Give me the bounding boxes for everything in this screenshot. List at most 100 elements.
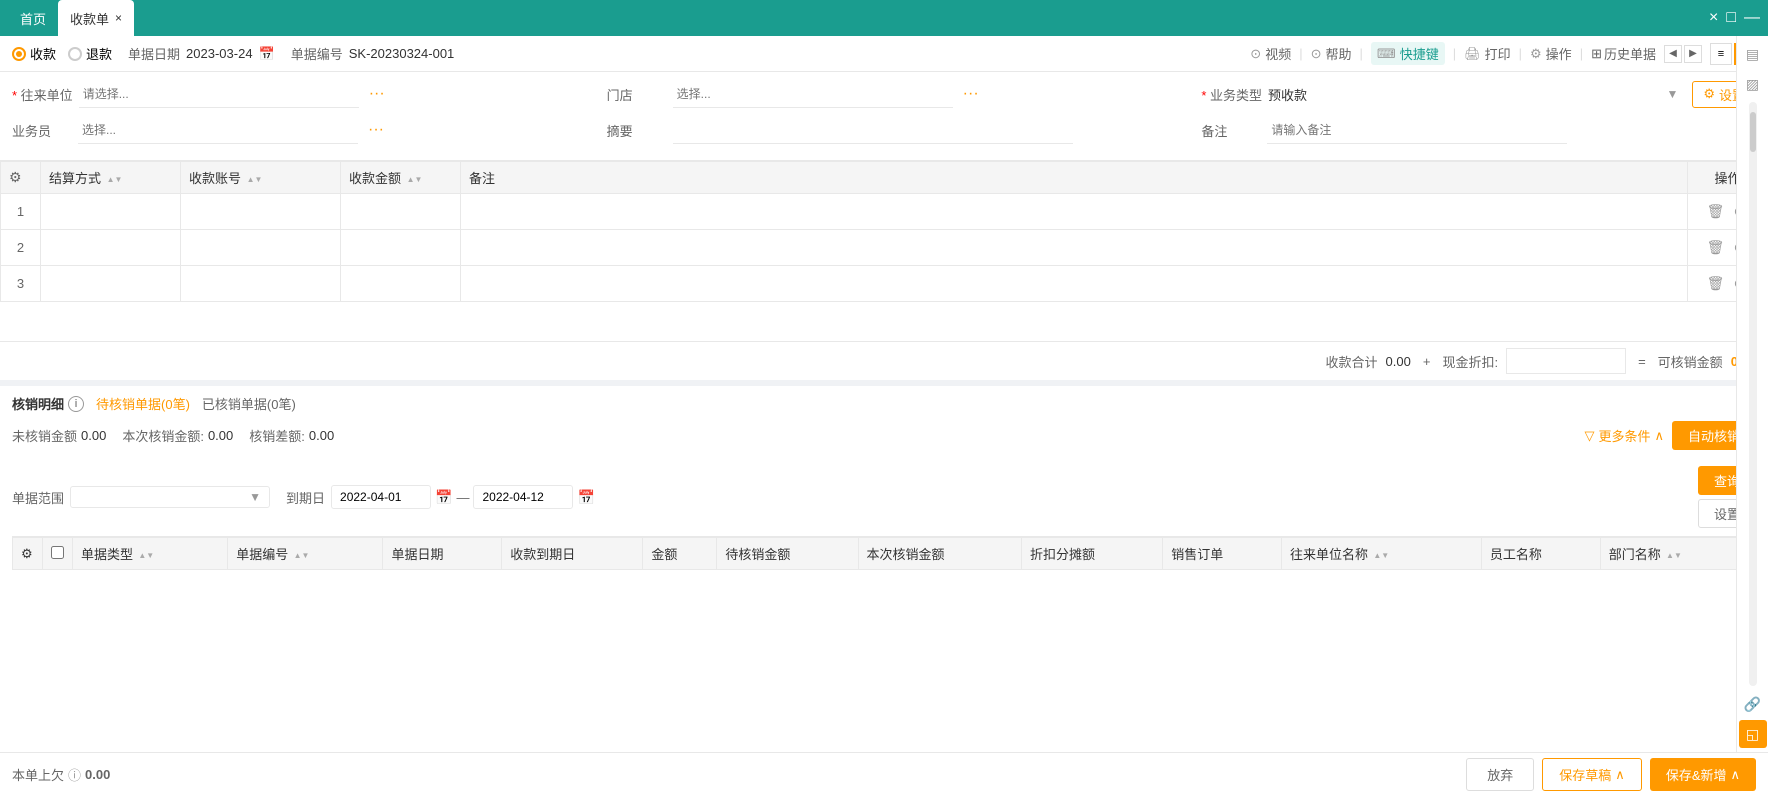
store-input[interactable] [673,80,953,108]
row-2-account[interactable] [181,230,341,266]
radio-refund-label: 退款 [86,44,112,63]
row-2-amount[interactable] [341,230,461,266]
gear-icon[interactable]: ⚙ [9,169,22,185]
calendar-icon[interactable]: 📅 [259,46,275,62]
window-minimize-icon[interactable]: — [1744,9,1760,27]
staff-label: 业务员 [12,121,72,140]
row-1-account[interactable] [181,194,341,230]
range-field: 单据范围 ▼ [12,486,270,508]
row-3-account[interactable] [181,266,341,302]
vth-amount: 金额 [643,538,717,570]
divider2: | [1360,46,1363,61]
history-action[interactable]: ⊞ 历史单据 [1591,44,1656,63]
date-field: 到期日 📅 — 📅 [286,485,595,509]
scrollbar[interactable] [1749,102,1757,686]
business-type-label: 业务类型 [1201,85,1262,104]
vsort3: ▲▼ [1373,552,1389,560]
row-2-settlement[interactable] [41,230,181,266]
pending-tab[interactable]: 待核销单据(0笔) [96,394,190,413]
receipt-type-group: 收款 退款 [12,44,112,63]
scrollbar-thumb [1750,112,1756,152]
counterpart-label: 往来单位 [12,85,73,104]
vth-gear-icon[interactable]: ⚙ [21,546,33,561]
verify-table: ⚙ 单据类型 ▲▼ 单据编号 ▲▼ 单据日期 [12,537,1756,570]
row-1-amount[interactable] [341,194,461,230]
form-area: 往来单位 ··· 门店 ··· 业务类型 预收款 ▼ ⚙ 设置 [0,72,1768,161]
date-to-input[interactable] [473,485,573,509]
tab-home[interactable]: 首页 [8,0,58,36]
abandon-button[interactable]: 放弃 [1466,758,1534,791]
select-all-checkbox[interactable] [51,546,64,559]
row-3-settlement[interactable] [41,266,181,302]
unchecked-label: 未核销金额 [12,426,77,445]
date-from-input[interactable] [331,485,431,509]
save-new-label: 保存&新增 [1666,765,1727,784]
counterpart-more-icon[interactable]: ··· [365,85,389,103]
row-3-amount[interactable] [341,266,461,302]
shortcut-action[interactable]: ⌨ 快捷键 [1371,42,1445,65]
note-input[interactable] [1267,116,1567,144]
form-row-1: 往来单位 ··· 门店 ··· 业务类型 预收款 ▼ ⚙ 设置 [12,80,1756,108]
discount-input[interactable] [1506,348,1626,374]
row-2-delete-icon[interactable]: 🗑 [1706,238,1726,258]
row-3-delete-icon[interactable]: 🗑 [1706,274,1726,294]
summary-input[interactable] [673,116,1073,144]
save-draft-arrow-icon: ∧ [1615,767,1625,783]
staff-input[interactable] [78,116,358,144]
vth-checkbox[interactable] [43,538,73,570]
video-icon: ⊙ [1250,46,1261,62]
vth-settings[interactable]: ⚙ [13,538,43,570]
th-note-label: 备注 [469,171,495,186]
video-label: 视频 [1265,44,1291,63]
tab-receipt[interactable]: 收款单 × [58,0,134,36]
th-settings[interactable]: ⚙ [1,162,41,194]
table-row: 1 🗑 ⊕ [1,194,1768,230]
staff-more-icon[interactable]: ··· [364,121,388,139]
vth-order: 销售订单 [1163,538,1282,570]
sidebar-grid-icon[interactable]: ▨ [1739,70,1767,98]
row-2-note[interactable] [461,230,1688,266]
sidebar-link-icon[interactable]: 🔗 [1739,690,1767,718]
video-action[interactable]: ⊙ 视频 [1250,44,1291,63]
sidebar-expand-icon[interactable]: ◱ [1739,720,1767,748]
current-stat: 本次核销金额: 0.00 [122,426,233,445]
date-from-icon[interactable]: 📅 [435,489,452,506]
prev-arrow[interactable]: ◀ [1664,45,1682,63]
form-row-2: 业务员 ··· 摘要 备注 [12,116,1756,144]
radio-refund[interactable]: 退款 [68,44,112,63]
more-filter-button[interactable]: ▽ 更多条件 ∧ [1584,426,1664,445]
list-view-btn[interactable]: ≡ [1710,43,1732,65]
window-restore-icon[interactable]: □ [1726,9,1736,27]
save-draft-button[interactable]: 保存草稿 ∧ [1542,758,1642,791]
row-1-settlement[interactable] [41,194,181,230]
row-3-note[interactable] [461,266,1688,302]
date-to-icon[interactable]: 📅 [577,489,594,506]
business-type-select[interactable]: 预收款 ▼ [1268,85,1678,104]
next-arrow[interactable]: ▶ [1684,45,1702,63]
sidebar-table-icon[interactable]: ▤ [1739,40,1767,68]
date-range-group: 📅 — 📅 [331,485,595,509]
row-1-note[interactable] [461,194,1688,230]
operation-action[interactable]: ⚙ 操作 [1530,44,1572,63]
row-1-delete-icon[interactable]: 🗑 [1706,202,1726,222]
vth-due-date-label: 收款到期日 [510,547,575,562]
toolbar-right: ⊙ 视频 | ⊙ 帮助 | ⌨ 快捷键 | 🖨 打印 | ⚙ 操作 [1250,42,1756,65]
help-action[interactable]: ⊙ 帮助 [1311,44,1352,63]
window-close-icon[interactable]: × [1709,9,1718,27]
done-tab[interactable]: 已核销单据(0笔) [202,394,296,413]
print-action[interactable]: 🖨 打印 [1464,44,1511,63]
table-row: 3 🗑 ⊕ [1,266,1768,302]
vth-current: 本次核销金额 [858,538,1022,570]
save-new-button[interactable]: 保存&新增 ∧ [1650,758,1756,791]
range-select[interactable]: ▼ [70,486,270,508]
bottom-info-icon[interactable]: ⓘ [68,765,81,784]
divider1: | [1299,46,1302,61]
radio-receipt[interactable]: 收款 [12,44,56,63]
tab-close-icon[interactable]: × [115,11,122,25]
counterpart-input[interactable] [79,80,359,108]
verify-info-icon[interactable]: i [68,396,84,412]
history-label: 历史单据 [1604,44,1656,63]
available-label: 可核销金额 [1658,352,1723,371]
store-more-icon[interactable]: ··· [959,85,983,103]
shortcut-label: 快捷键 [1400,44,1439,63]
